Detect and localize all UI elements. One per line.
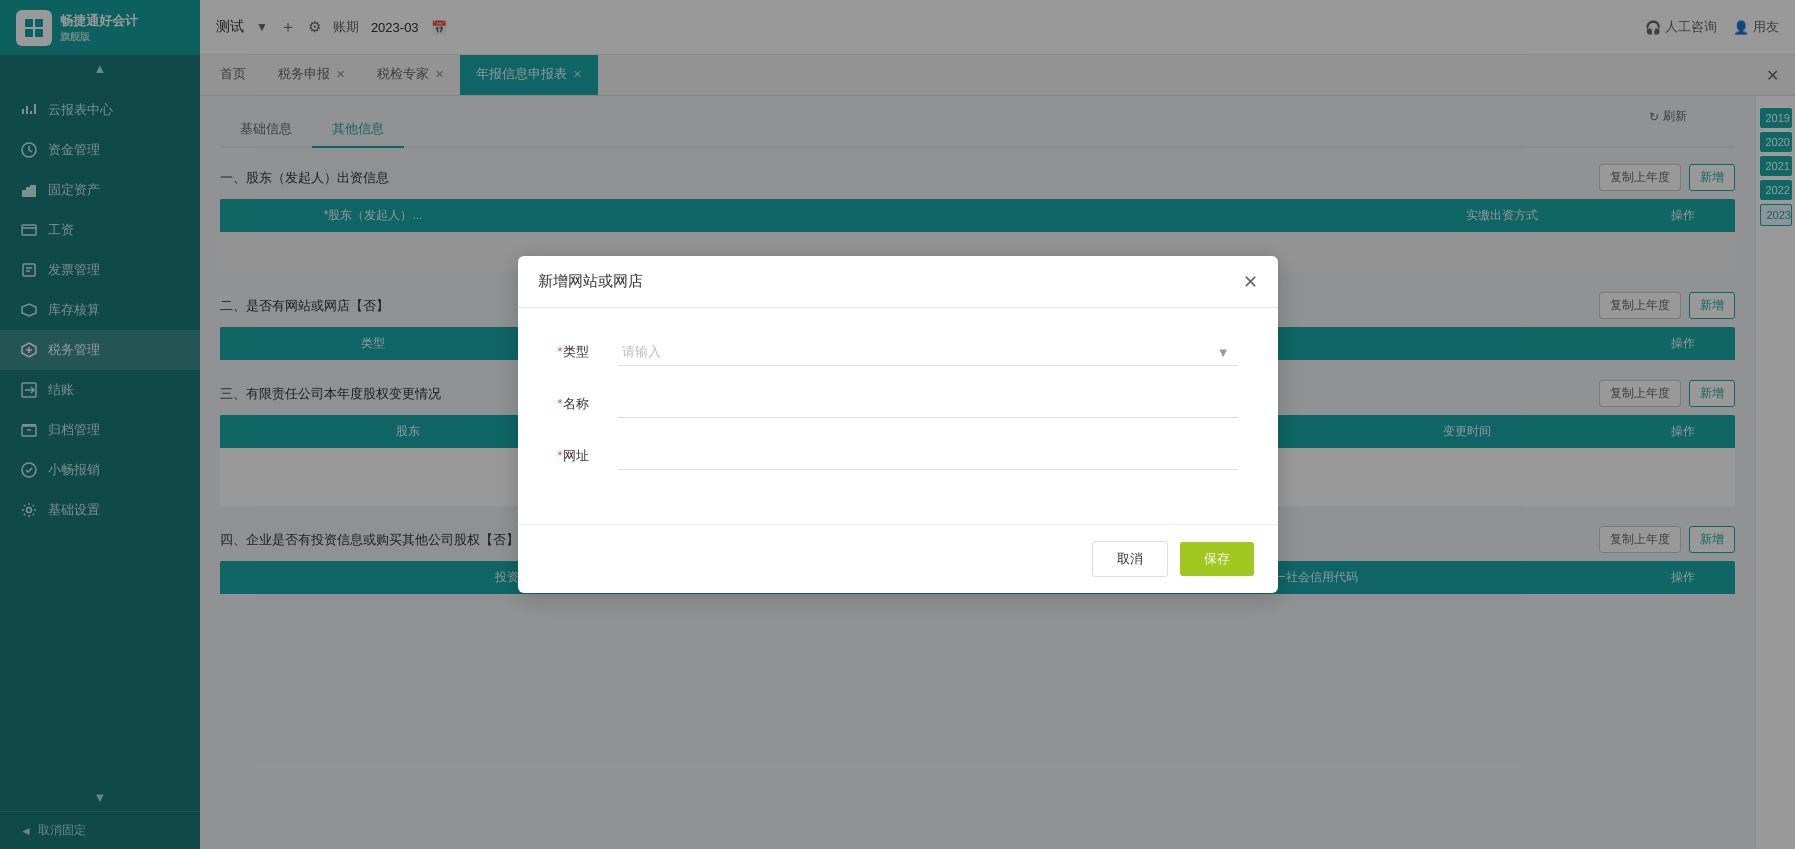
save-btn[interactable]: 保存 [1180,542,1254,576]
dialog-body: *类型 ▼ *名称 *网址 [518,308,1278,524]
form-row-name: *名称 [558,390,1238,418]
dialog-title: 新增网站或网店 [538,272,643,291]
url-label: *网址 [558,447,618,465]
url-input[interactable] [618,442,1238,470]
required-star: * [558,344,563,359]
url-input-wrap [618,442,1238,470]
dialog-overlay: 新增网站或网店 ✕ *类型 ▼ *名称 [0,0,1795,849]
name-input[interactable] [618,390,1238,418]
dialog-close-btn[interactable]: ✕ [1243,273,1258,291]
add-website-dialog: 新增网站或网店 ✕ *类型 ▼ *名称 [518,256,1278,593]
name-input-wrap [618,390,1238,418]
dialog-footer: 取消 保存 [518,524,1278,593]
dialog-header: 新增网站或网店 ✕ [518,256,1278,308]
name-label: *名称 [558,395,618,413]
required-star3: * [558,448,563,463]
type-input-wrap: ▼ [618,338,1238,366]
type-label: *类型 [558,343,618,361]
form-row-url: *网址 [558,442,1238,470]
form-row-type: *类型 ▼ [558,338,1238,366]
type-input[interactable] [618,338,1238,366]
required-star2: * [558,396,563,411]
cancel-btn[interactable]: 取消 [1092,541,1168,577]
